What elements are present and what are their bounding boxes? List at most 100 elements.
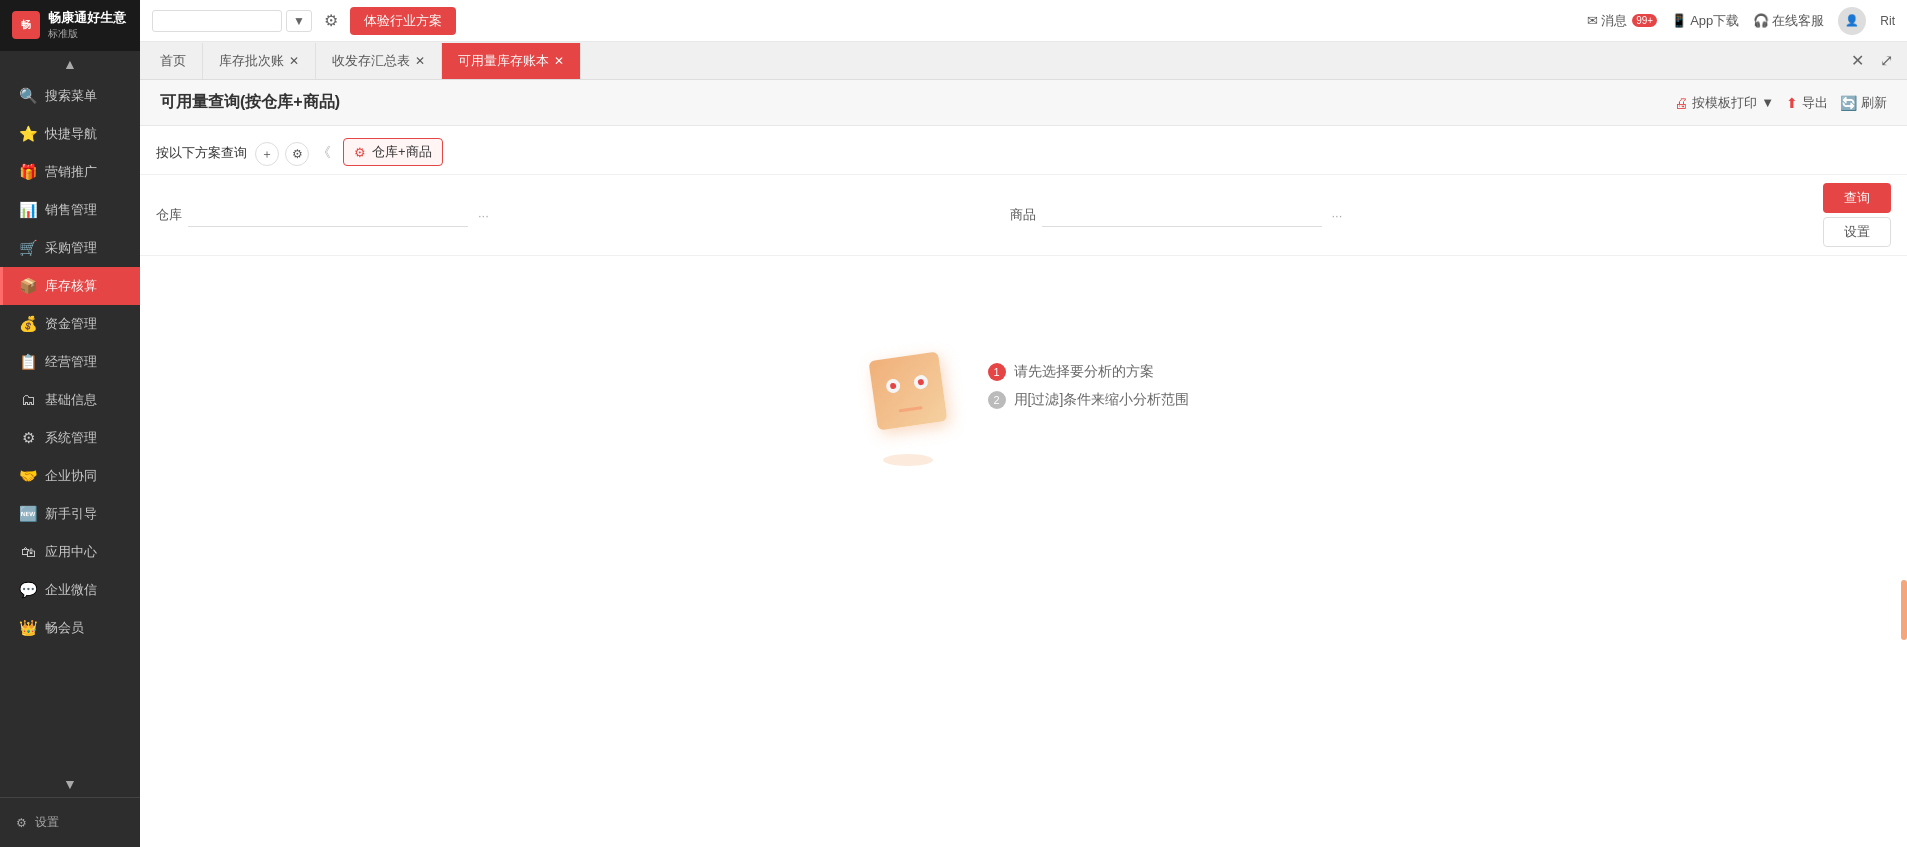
empty-icon bbox=[858, 336, 958, 436]
message-label: 消息 bbox=[1601, 12, 1627, 30]
sidebar-item-enterprise[interactable]: 🤝 企业协同 bbox=[0, 457, 140, 495]
topbar-app-download[interactable]: 📱 App下载 bbox=[1671, 12, 1739, 30]
tab-close-button[interactable]: ✕ bbox=[1845, 47, 1870, 74]
sidebar-label-quick: 快捷导航 bbox=[45, 125, 97, 143]
export-label: 导出 bbox=[1802, 94, 1828, 112]
tab-label-batch_account: 库存批次账 bbox=[219, 52, 284, 70]
right-scrollbar bbox=[1901, 580, 1907, 640]
filter-add-btn[interactable]: ＋ bbox=[255, 142, 279, 166]
print-dropdown-icon[interactable]: ▼ bbox=[1761, 95, 1774, 110]
sidebar-item-marketing[interactable]: 🎁 营销推广 bbox=[0, 153, 140, 191]
sidebar-icon-sales: 📊 bbox=[19, 201, 37, 219]
sidebar-item-operations[interactable]: 📋 经营管理 bbox=[0, 343, 140, 381]
filter-fields: 仓库 ··· 商品 ··· 查询 设置 bbox=[140, 175, 1907, 256]
sidebar-item-system[interactable]: ⚙ 系统管理 bbox=[0, 419, 140, 457]
topbar-search-area: ▼ bbox=[152, 10, 312, 32]
sidebar-label-marketing: 营销推广 bbox=[45, 163, 97, 181]
tab-label-recv_summary: 收发存汇总表 bbox=[332, 52, 410, 70]
sidebar-item-newuser[interactable]: 🆕 新手引导 bbox=[0, 495, 140, 533]
sidebar-label-basic: 基础信息 bbox=[45, 391, 97, 409]
username[interactable]: Rit bbox=[1880, 14, 1895, 28]
filter-config-btn[interactable]: ⚙ bbox=[285, 142, 309, 166]
refresh-icon: 🔄 bbox=[1840, 95, 1857, 111]
sidebar-item-quick[interactable]: ⭐ 快捷导航 bbox=[0, 115, 140, 153]
filter-submit-btns: 查询 设置 bbox=[1823, 183, 1891, 247]
step-num-2: 2 bbox=[988, 391, 1006, 409]
filter-collapse-btn[interactable]: 《 bbox=[317, 138, 331, 162]
sidebar-item-member[interactable]: 👑 畅会员 bbox=[0, 609, 140, 647]
sidebar-label-appcenter: 应用中心 bbox=[45, 543, 97, 561]
filter-label: 按以下方案查询 bbox=[156, 138, 247, 162]
warehouse-more-btn[interactable]: ··· bbox=[478, 208, 489, 223]
tab-fullscreen-button[interactable]: ⤢ bbox=[1874, 47, 1899, 74]
tabs-actions: ✕ ⤢ bbox=[1845, 47, 1907, 74]
content-area: 按以下方案查询 ＋ ⚙ 《 ⚙ 仓库+商品 仓库 ··· 商品 ··· bbox=[140, 126, 1907, 847]
empty-state: 1 请先选择要分析的方案 2 用[过滤]条件来缩小分析范围 bbox=[140, 256, 1907, 516]
sidebar-label-purchase: 采购管理 bbox=[45, 239, 97, 257]
refresh-btn[interactable]: 🔄 刷新 bbox=[1840, 94, 1887, 112]
tab-available_ledger[interactable]: 可用量库存账本✕ bbox=[442, 43, 581, 79]
page-title: 可用量查询(按仓库+商品) bbox=[160, 92, 340, 113]
settings-button[interactable]: 设置 bbox=[1823, 217, 1891, 247]
sidebar-label-newuser: 新手引导 bbox=[45, 505, 97, 523]
filter-scheme-selector[interactable]: ⚙ 仓库+商品 bbox=[343, 138, 443, 166]
product-more-btn[interactable]: ··· bbox=[1332, 208, 1343, 223]
sidebar-item-appcenter[interactable]: 🛍 应用中心 bbox=[0, 533, 140, 571]
empty-step-1: 1 请先选择要分析的方案 bbox=[988, 363, 1190, 381]
topbar-search-input[interactable] bbox=[152, 10, 282, 32]
tab-close-recv_summary[interactable]: ✕ bbox=[415, 54, 425, 68]
sidebar-item-inventory[interactable]: 📦 库存核算 bbox=[0, 267, 140, 305]
tab-batch_account[interactable]: 库存批次账 ✕ bbox=[203, 43, 316, 79]
page-header: 可用量查询(按仓库+商品) 🖨 按模板打印 ▼ ⬆ 导出 🔄 刷新 bbox=[140, 80, 1907, 126]
filter-bar: 按以下方案查询 ＋ ⚙ 《 ⚙ 仓库+商品 bbox=[140, 126, 1907, 175]
sidebar-icon-appcenter: 🛍 bbox=[19, 543, 37, 560]
user-avatar[interactable]: 👤 bbox=[1838, 7, 1866, 35]
export-icon: ⬆ bbox=[1786, 95, 1798, 111]
sidebar-icon-basic: 🗂 bbox=[19, 391, 37, 408]
tab-home[interactable]: 首页 bbox=[140, 43, 203, 79]
trial-btn[interactable]: 体验行业方案 bbox=[350, 7, 456, 35]
avatar-icon: 👤 bbox=[1845, 14, 1859, 27]
sidebar-item-basic[interactable]: 🗂 基础信息 bbox=[0, 381, 140, 419]
warehouse-label: 仓库 bbox=[156, 206, 182, 224]
sidebar-icon-search: 🔍 bbox=[19, 87, 37, 105]
step-num-1: 1 bbox=[988, 363, 1006, 381]
product-label: 商品 bbox=[1010, 206, 1036, 224]
print-btn[interactable]: 🖨 按模板打印 ▼ bbox=[1674, 94, 1774, 112]
sidebar-bottom-settings[interactable]: ⚙ 设置 bbox=[0, 806, 140, 839]
tab-close-available_ledger[interactable]: ✕ bbox=[554, 54, 564, 68]
sidebar-scroll-up[interactable]: ▲ bbox=[0, 51, 140, 77]
product-input[interactable] bbox=[1042, 203, 1322, 227]
sidebar-icon-finance: 💰 bbox=[19, 315, 37, 333]
app-download-label: App下载 bbox=[1690, 12, 1739, 30]
step-2-text: 用[过滤]条件来缩小分析范围 bbox=[1014, 391, 1190, 409]
sidebar-icon-wechat: 💬 bbox=[19, 581, 37, 599]
topbar-online-service[interactable]: 🎧 在线客服 bbox=[1753, 12, 1824, 30]
sidebar-item-purchase[interactable]: 🛒 采购管理 bbox=[0, 229, 140, 267]
tab-label-home: 首页 bbox=[160, 52, 186, 70]
page-header-actions: 🖨 按模板打印 ▼ ⬆ 导出 🔄 刷新 bbox=[1674, 94, 1887, 112]
sidebar-item-search[interactable]: 🔍 搜索菜单 bbox=[0, 77, 140, 115]
export-btn[interactable]: ⬆ 导出 bbox=[1786, 94, 1828, 112]
sidebar-item-finance[interactable]: 💰 资金管理 bbox=[0, 305, 140, 343]
sidebar-label-sales: 销售管理 bbox=[45, 201, 97, 219]
tab-recv_summary[interactable]: 收发存汇总表 ✕ bbox=[316, 43, 442, 79]
warehouse-input[interactable] bbox=[188, 203, 468, 227]
scheme-label: 仓库+商品 bbox=[372, 143, 432, 161]
topbar-right: ✉ 消息 99+ 📱 App下载 🎧 在线客服 👤 Rit bbox=[1587, 7, 1895, 35]
topbar: ▼ ⚙ 体验行业方案 ✉ 消息 99+ 📱 App下载 🎧 在线客服 👤 Rit bbox=[140, 0, 1907, 42]
sidebar-scroll-down[interactable]: ▼ bbox=[0, 771, 140, 797]
sidebar-bottom: ⚙ 设置 bbox=[0, 797, 140, 847]
settings-icon: ⚙ bbox=[16, 816, 27, 830]
topbar-gear-icon[interactable]: ⚙ bbox=[324, 11, 338, 30]
sidebar-item-wechat[interactable]: 💬 企业微信 bbox=[0, 571, 140, 609]
sidebar-icon-system: ⚙ bbox=[19, 429, 37, 447]
sidebar-icon-member: 👑 bbox=[19, 619, 37, 637]
topbar-message[interactable]: ✉ 消息 99+ bbox=[1587, 12, 1657, 30]
query-button[interactable]: 查询 bbox=[1823, 183, 1891, 213]
topbar-search-dropdown[interactable]: ▼ bbox=[286, 10, 312, 32]
print-label: 按模板打印 bbox=[1692, 94, 1757, 112]
tab-close-batch_account[interactable]: ✕ bbox=[289, 54, 299, 68]
sidebar-item-sales[interactable]: 📊 销售管理 bbox=[0, 191, 140, 229]
sidebar-label-wechat: 企业微信 bbox=[45, 581, 97, 599]
